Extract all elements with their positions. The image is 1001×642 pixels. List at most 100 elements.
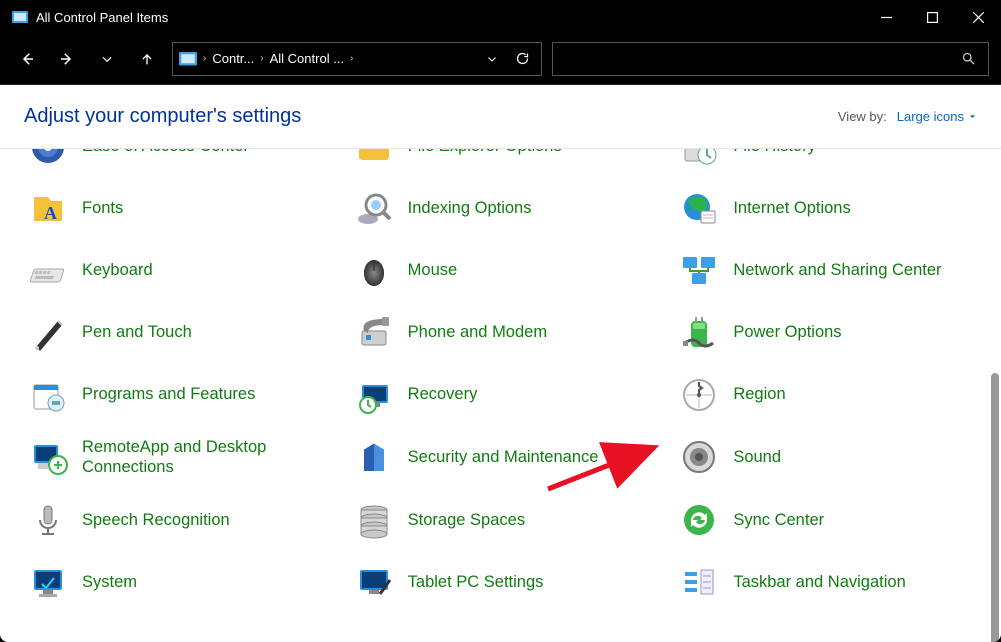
recent-locations-button[interactable] [92,44,122,74]
control-panel-item[interactable]: Region [673,371,991,419]
programs-icon [28,375,68,415]
control-panel-item[interactable]: Speech Recognition [22,496,340,544]
content-header: Adjust your computer's settings View by:… [0,85,1001,149]
control-panel-app-icon [12,9,28,25]
control-panel-item[interactable]: A Fonts [22,185,340,233]
control-panel-item-label: Fonts [82,198,123,219]
close-button[interactable] [955,0,1001,34]
control-panel-item-label: Ease of Access Center [82,149,249,157]
control-panel-item[interactable]: RemoteApp and Desktop Connections [22,433,340,482]
page-title: Adjust your computer's settings [24,105,838,128]
control-panel-item[interactable]: Network and Sharing Center [673,247,991,295]
back-button[interactable] [12,44,42,74]
dropdown-icon [968,112,977,121]
control-panel-item[interactable]: Pen and Touch [22,309,340,357]
scrollbar-thumb[interactable] [991,373,999,642]
control-panel-item-label: Sound [733,447,781,468]
sound-icon [679,437,719,477]
view-by-label: View by: [838,109,887,124]
breadcrumb-segment[interactable]: Contr...› [212,51,265,66]
folder-icon [354,149,394,167]
control-panel-item-label: Internet Options [733,198,850,219]
control-panel-item-label: File Explorer Options [408,149,562,157]
control-panel-item[interactable]: Recovery [348,371,666,419]
minimize-button[interactable] [863,0,909,34]
breadcrumb-segment[interactable]: All Control ...› [270,51,356,66]
remoteapp-icon [28,437,68,477]
region-icon [679,375,719,415]
control-panel-item-label: Tablet PC Settings [408,572,544,593]
control-panel-item[interactable]: Phone and Modem [348,309,666,357]
control-panel-item-label: Network and Sharing Center [733,260,941,281]
scrollbar[interactable] [989,233,999,642]
control-panel-item[interactable]: Keyboard [22,247,340,295]
control-panel-item-label: Phone and Modem [408,322,547,343]
address-dropdown-button[interactable] [479,44,505,74]
control-panel-item[interactable]: Internet Options [673,185,991,233]
navigation-bar: › Contr...› All Control ...› [0,34,1001,84]
control-panel-item-label: Pen and Touch [82,322,192,343]
indexing-icon [354,189,394,229]
mouse-icon [354,251,394,291]
control-panel-item[interactable]: File History [673,149,991,171]
control-panel-item-label: Region [733,384,785,405]
control-panel-icon [179,52,197,66]
control-panel-item[interactable]: Mouse [348,247,666,295]
network-icon [679,251,719,291]
chevron-right-icon: › [201,53,208,64]
content-area: Adjust your computer's settings View by:… [0,84,1001,642]
control-panel-item[interactable]: Power Options [673,309,991,357]
control-panel-item[interactable]: Ease of Access Center [22,149,340,171]
control-panel-item[interactable]: Sync Center [673,496,991,544]
control-panel-item-label: Security and Maintenance [408,447,599,468]
maximize-button[interactable] [909,0,955,34]
control-panel-item-label: File History [733,149,816,157]
chevron-right-icon: › [348,53,355,64]
control-panel-item-label: Programs and Features [82,384,255,405]
filehist-icon [679,149,719,167]
control-panel-item[interactable]: Storage Spaces [348,496,666,544]
control-panel-item[interactable]: File Explorer Options [348,149,666,171]
search-input[interactable] [552,42,989,76]
control-panel-item-label: Sync Center [733,510,824,531]
control-panel-item-label: Storage Spaces [408,510,525,531]
pen-icon [28,313,68,353]
control-panel-item-label: RemoteApp and Desktop Connections [82,437,334,478]
view-by-select[interactable]: Large icons [897,109,977,124]
control-panel-item-label: Keyboard [82,260,153,281]
keyboard-icon [28,251,68,291]
internet-icon [679,189,719,229]
control-panel-item[interactable]: Tablet PC Settings [348,558,666,606]
control-panel-item[interactable]: System [22,558,340,606]
control-panel-item[interactable]: Sound [673,433,991,482]
items-grid: Ease of Access Center File Explorer Optio… [0,149,1001,616]
control-panel-item[interactable]: Indexing Options [348,185,666,233]
window-title: All Control Panel Items [36,10,168,25]
tablet-icon [354,562,394,602]
storage-icon [354,500,394,540]
control-panel-item-label: Taskbar and Navigation [733,572,905,593]
recovery-icon [354,375,394,415]
control-panel-item[interactable]: Programs and Features [22,371,340,419]
forward-button[interactable] [52,44,82,74]
control-panel-item-label: Speech Recognition [82,510,230,531]
control-panel-item-label: Mouse [408,260,458,281]
control-panel-item-label: Indexing Options [408,198,532,219]
window: All Control Panel Items › [0,0,1001,642]
control-panel-item-label: System [82,572,137,593]
search-icon [961,51,976,66]
up-button[interactable] [132,44,162,74]
taskbar-icon [679,562,719,602]
address-bar[interactable]: › Contr...› All Control ...› [172,42,542,76]
power-icon [679,313,719,353]
sync-icon [679,500,719,540]
control-panel-item-label: Recovery [408,384,478,405]
control-panel-item[interactable]: Security and Maintenance [348,433,666,482]
control-panel-item[interactable]: Taskbar and Navigation [673,558,991,606]
system-icon [28,562,68,602]
chevron-right-icon: › [258,53,265,64]
refresh-button[interactable] [509,44,535,74]
fonts-icon: A [28,189,68,229]
ease-icon [28,149,68,167]
security-icon [354,437,394,477]
